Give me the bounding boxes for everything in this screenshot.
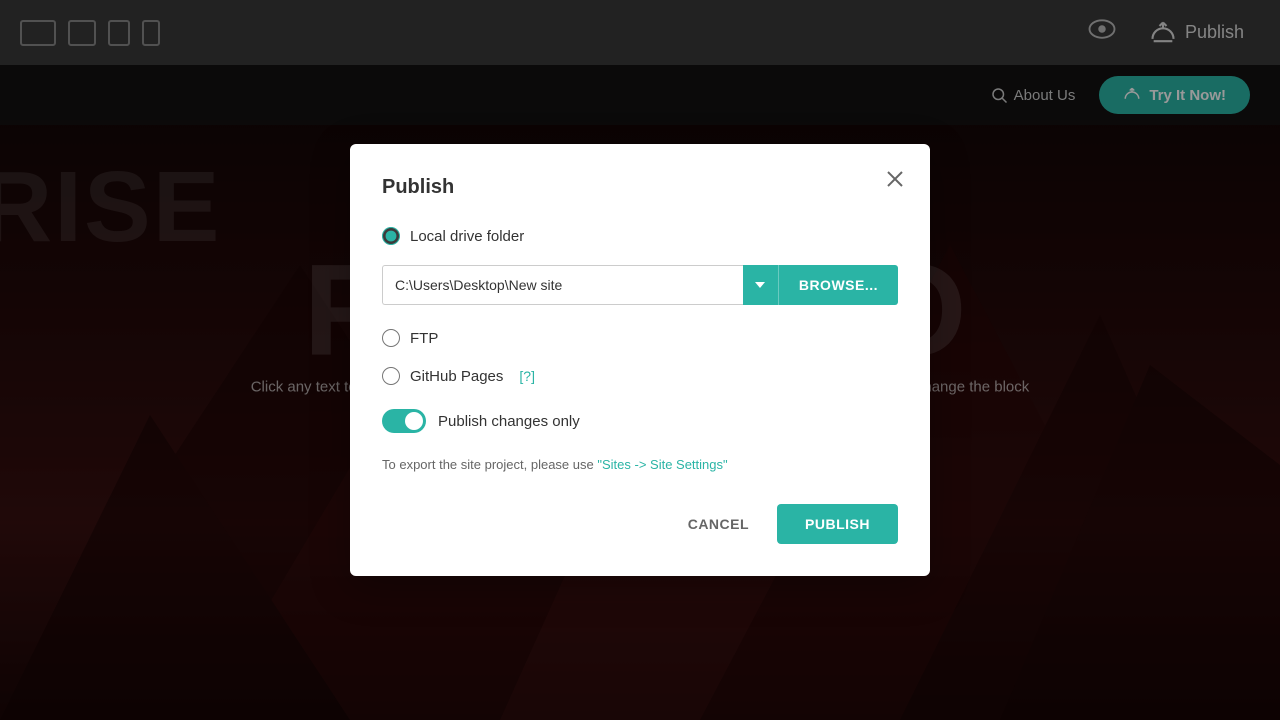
cancel-button[interactable]: CANCEL bbox=[672, 504, 765, 544]
export-text: To export the site project, please use "… bbox=[382, 457, 898, 472]
export-description: To export the site project, please use bbox=[382, 457, 597, 472]
site-settings-link[interactable]: "Sites -> Site Settings" bbox=[597, 457, 727, 472]
ftp-radio[interactable] bbox=[382, 329, 400, 347]
github-label: GitHub Pages bbox=[410, 368, 503, 385]
publish-modal: Publish Local drive folder BROWSE... bbox=[350, 144, 930, 576]
browse-button[interactable]: BROWSE... bbox=[779, 265, 898, 305]
github-option[interactable]: GitHub Pages [?] bbox=[382, 367, 898, 385]
modal-close-button[interactable] bbox=[880, 164, 910, 194]
local-drive-label: Local drive folder bbox=[410, 228, 524, 245]
local-drive-option[interactable]: Local drive folder bbox=[382, 227, 898, 245]
publish-changes-toggle[interactable] bbox=[382, 409, 426, 433]
path-input[interactable] bbox=[382, 265, 743, 305]
modal-overlay: Publish Local drive folder BROWSE... bbox=[0, 0, 1280, 720]
modal-title: Publish bbox=[382, 176, 898, 199]
toggle-label: Publish changes only bbox=[438, 413, 580, 430]
ftp-option[interactable]: FTP bbox=[382, 329, 898, 347]
github-radio[interactable] bbox=[382, 367, 400, 385]
local-drive-radio[interactable] bbox=[382, 227, 400, 245]
path-input-row: BROWSE... bbox=[382, 265, 898, 305]
toggle-slider bbox=[382, 409, 426, 433]
ftp-label: FTP bbox=[410, 330, 438, 347]
path-dropdown-button[interactable] bbox=[743, 265, 779, 305]
publish-modal-button[interactable]: PUBLISH bbox=[777, 504, 898, 544]
github-help-link[interactable]: [?] bbox=[519, 368, 535, 384]
modal-footer: CANCEL PUBLISH bbox=[382, 504, 898, 544]
toggle-row: Publish changes only bbox=[382, 409, 898, 433]
